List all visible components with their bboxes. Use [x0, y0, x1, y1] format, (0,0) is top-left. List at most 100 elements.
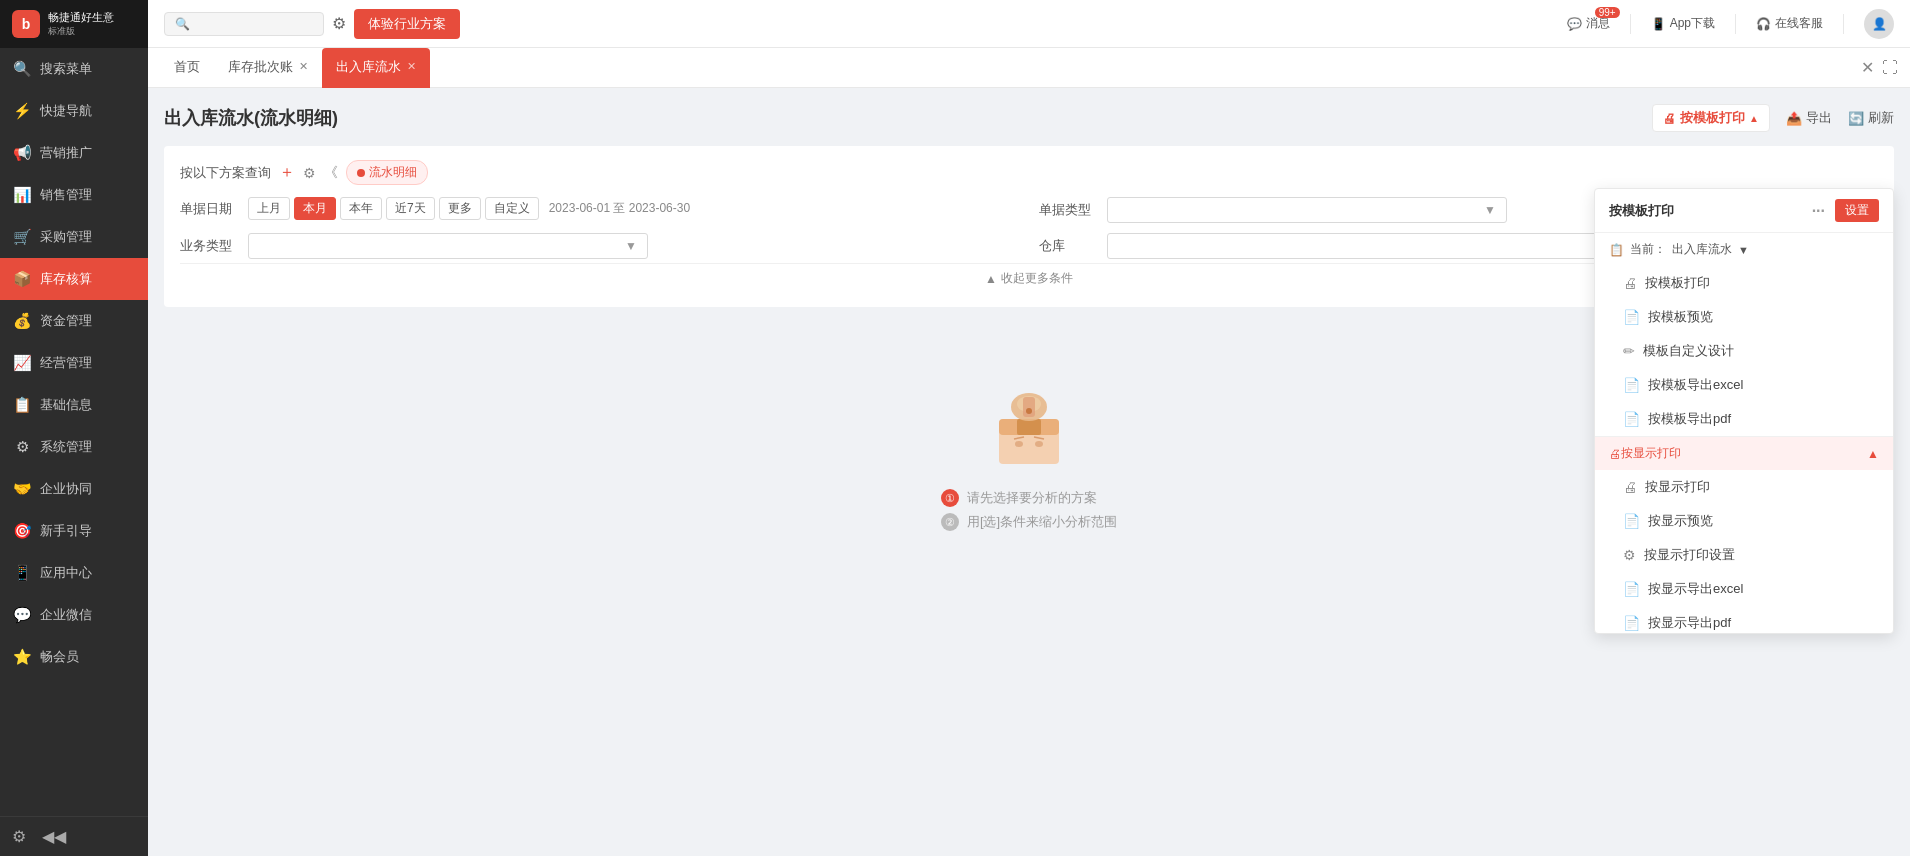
filter-biz-type-label: 业务类型 [180, 237, 240, 255]
display-print-section-header[interactable]: 🖨 按显示打印 ▲ [1595, 437, 1893, 470]
filter-settings-btn[interactable]: ⚙ [303, 165, 316, 181]
dropdown-item-template-print[interactable]: 🖨 按模板打印 [1595, 266, 1893, 300]
print-template-btn[interactable]: 🖨 按模板打印 ▲ [1652, 104, 1770, 132]
dropdown-item-template-preview[interactable]: 📄 按模板预览 [1595, 300, 1893, 334]
dropdown-header: 按模板打印 ··· 设置 [1595, 189, 1893, 233]
inventory-icon: 📦 [12, 269, 32, 289]
topbar-gear-icon[interactable]: ⚙ [332, 14, 346, 33]
sidebar-item-enterprise[interactable]: 🤝 企业协同 [0, 468, 148, 510]
sidebar-item-wechat[interactable]: 💬 企业微信 [0, 594, 148, 636]
main-area: 🔍 ⚙ 体验行业方案 💬 消息 99+ 📱 App下载 🎧 在线客服 [148, 0, 1910, 856]
dropdown-three-dots[interactable]: ··· [1812, 202, 1825, 220]
display-pdf-icon: 📄 [1623, 615, 1640, 631]
sidebar-label-wechat: 企业微信 [40, 606, 92, 624]
quick-nav-icon: ⚡ [12, 101, 32, 121]
collapse-more-icon: ▲ [985, 272, 997, 286]
user-avatar-btn[interactable]: 👤 [1864, 9, 1894, 39]
svg-rect-2 [1017, 419, 1041, 435]
sidebar-item-search[interactable]: 🔍 搜索菜单 [0, 48, 148, 90]
dropdown-section-display: 🖨 按显示打印 ▲ 🖨 按显示打印 📄 按显示预览 ⚙ 按显示打印设置 [1595, 437, 1893, 633]
app-center-icon: 📱 [12, 563, 32, 583]
sidebar-label-basic-info: 基础信息 [40, 396, 92, 414]
template-print-label: 按模板打印 [1645, 274, 1710, 292]
basic-info-icon: 📋 [12, 395, 32, 415]
sidebar-item-operations[interactable]: 📈 经营管理 [0, 342, 148, 384]
dropdown-section-template: 🖨 按模板打印 📄 按模板预览 ✏ 模板自定义设计 📄 按模板导出excel [1595, 266, 1893, 437]
sidebar-item-marketing[interactable]: 📢 营销推广 [0, 132, 148, 174]
svg-point-10 [1035, 441, 1043, 447]
dropdown-item-display-preview[interactable]: 📄 按显示预览 [1595, 504, 1893, 538]
sidebar-item-purchase[interactable]: 🛒 采购管理 [0, 216, 148, 258]
display-print-icon: 🖨 [1623, 479, 1637, 495]
sidebar-item-sales[interactable]: 📊 销售管理 [0, 174, 148, 216]
sidebar-nav: 🔍 搜索菜单 ⚡ 快捷导航 📢 营销推广 📊 销售管理 🛒 采购管理 📦 库存核… [0, 48, 148, 816]
dropdown-header-actions: ··· 设置 [1812, 199, 1879, 222]
print-template-icon: 🖨 [1663, 111, 1676, 126]
filter-biz-type-select[interactable]: ▼ [248, 233, 648, 259]
collapse-more-label: 收起更多条件 [1001, 270, 1073, 287]
tab-flow[interactable]: 出入库流水 ✕ [322, 48, 430, 88]
sidebar-label-app-center: 应用中心 [40, 564, 92, 582]
tab-inventory-batch[interactable]: 库存批次账 ✕ [214, 48, 322, 88]
refresh-icon: 🔄 [1848, 111, 1864, 126]
industry-btn[interactable]: 体验行业方案 [354, 9, 460, 39]
date-btn-this-year[interactable]: 本年 [340, 197, 382, 220]
tab-flow-close[interactable]: ✕ [407, 60, 416, 73]
customer-service-label: 在线客服 [1775, 15, 1823, 32]
empty-step-2: ② 用[选]条件来缩小分析范围 [941, 513, 1117, 531]
filter-add-btn[interactable]: ＋ [279, 162, 295, 183]
guide-icon: 🎯 [12, 521, 32, 541]
date-btn-last-month[interactable]: 上月 [248, 197, 290, 220]
template-custom-icon: ✏ [1623, 343, 1635, 359]
dropdown-item-template-pdf[interactable]: 📄 按模板导出pdf [1595, 402, 1893, 436]
filter-date-field: 单据日期 上月 本月 本年 近7天 更多 自定义 2023-06-01 至 20… [180, 197, 1019, 220]
display-section-label: 按显示打印 [1621, 445, 1681, 462]
tab-inventory-batch-close[interactable]: ✕ [299, 60, 308, 73]
dropdown-item-display-print[interactable]: 🖨 按显示打印 [1595, 470, 1893, 504]
avatar: 👤 [1864, 9, 1894, 39]
collapse-sidebar-icon[interactable]: ◀◀ [42, 827, 66, 846]
date-btn-custom[interactable]: 自定义 [485, 197, 539, 220]
filter-tag[interactable]: 流水明细 [346, 160, 428, 185]
sidebar-item-system[interactable]: ⚙ 系统管理 [0, 426, 148, 468]
tab-expand-btn[interactable]: ⛶ [1882, 59, 1898, 77]
marketing-icon: 📢 [12, 143, 32, 163]
dropdown-item-display-excel[interactable]: 📄 按显示导出excel [1595, 572, 1893, 606]
topbar-search-box[interactable]: 🔍 [164, 12, 324, 36]
sidebar-item-quick-nav[interactable]: ⚡ 快捷导航 [0, 90, 148, 132]
app-download-btn[interactable]: 📱 App下载 [1651, 15, 1715, 32]
sidebar-item-basic-info[interactable]: 📋 基础信息 [0, 384, 148, 426]
dropdown-item-display-pdf[interactable]: 📄 按显示导出pdf [1595, 606, 1893, 633]
dropdown-item-template-custom[interactable]: ✏ 模板自定义设计 [1595, 334, 1893, 368]
tab-close-window-btn[interactable]: ✕ [1861, 58, 1874, 77]
refresh-btn[interactable]: 🔄 刷新 [1848, 109, 1894, 127]
message-btn[interactable]: 💬 消息 99+ [1567, 15, 1610, 32]
filter-doc-type-select[interactable]: ▼ [1107, 197, 1507, 223]
tab-home[interactable]: 首页 [160, 48, 214, 88]
sidebar-label-operations: 经营管理 [40, 354, 92, 372]
sidebar-item-guide[interactable]: 🎯 新手引导 [0, 510, 148, 552]
doc-type-arrow-icon: ▼ [1484, 203, 1496, 217]
sidebar-item-finance[interactable]: 💰 资金管理 [0, 300, 148, 342]
dropdown-item-template-excel[interactable]: 📄 按模板导出excel [1595, 368, 1893, 402]
topbar: 🔍 ⚙ 体验行业方案 💬 消息 99+ 📱 App下载 🎧 在线客服 [148, 0, 1910, 48]
dropdown-item-display-settings[interactable]: ⚙ 按显示打印设置 [1595, 538, 1893, 572]
filter-collapse-btn[interactable]: 《 [324, 164, 338, 182]
export-label: 导出 [1806, 109, 1832, 127]
customer-service-btn[interactable]: 🎧 在线客服 [1756, 15, 1823, 32]
sidebar-item-member[interactable]: ⭐ 畅会员 [0, 636, 148, 678]
biz-type-arrow-icon: ▼ [625, 239, 637, 253]
settings-bottom-icon[interactable]: ⚙ [12, 827, 26, 846]
export-btn[interactable]: 📤 导出 [1786, 109, 1832, 127]
dropdown-settings-btn[interactable]: 设置 [1835, 199, 1879, 222]
sidebar-item-app-center[interactable]: 📱 应用中心 [0, 552, 148, 594]
purchase-icon: 🛒 [12, 227, 32, 247]
date-btn-more[interactable]: 更多 [439, 197, 481, 220]
sidebar-label-member: 畅会员 [40, 648, 79, 666]
date-btn-this-month[interactable]: 本月 [294, 197, 336, 220]
sidebar-item-inventory[interactable]: 📦 库存核算 [0, 258, 148, 300]
date-btn-7days[interactable]: 近7天 [386, 197, 435, 220]
topbar-right: 💬 消息 99+ 📱 App下载 🎧 在线客服 👤 [1567, 9, 1894, 39]
topbar-search-icon: 🔍 [175, 17, 190, 31]
step-1-num: ① [941, 489, 959, 507]
